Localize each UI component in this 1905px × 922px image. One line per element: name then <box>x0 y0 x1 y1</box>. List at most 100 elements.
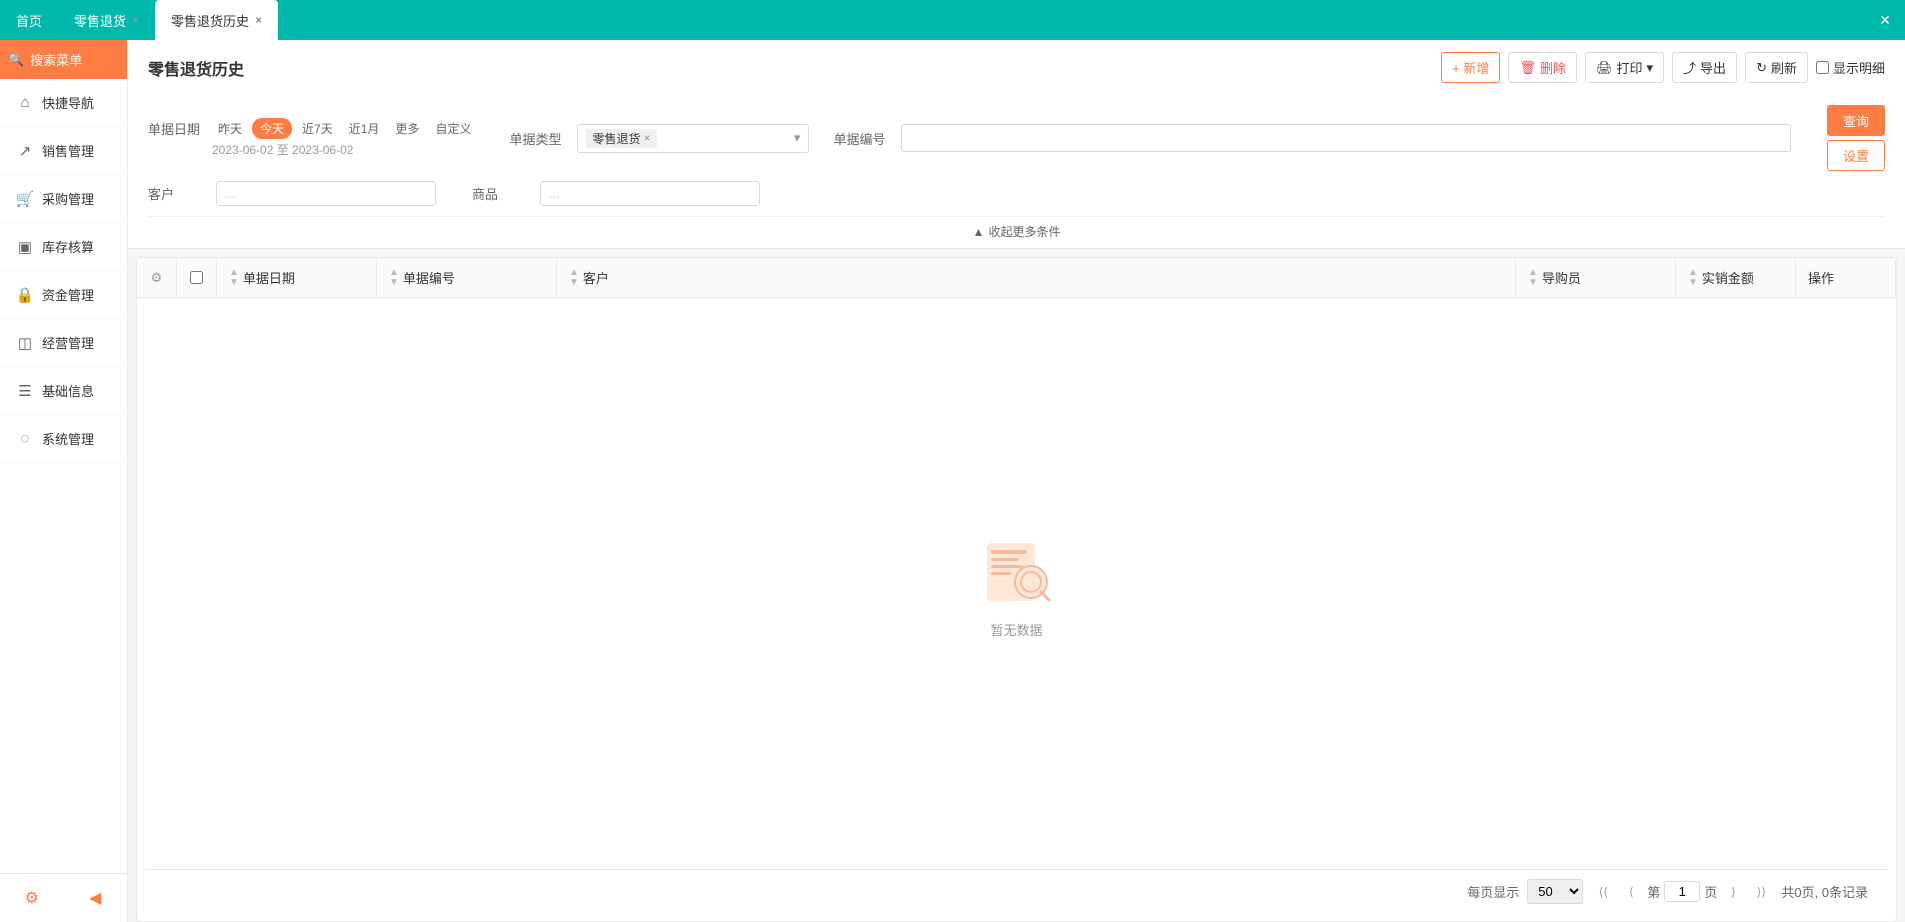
date-opt-today[interactable]: 今天 <box>252 118 292 139</box>
number-input[interactable] <box>901 124 1791 152</box>
col-action: 操作 <box>1796 258 1896 297</box>
sidebar-item-sales-label: 销售管理 <box>42 141 94 160</box>
goods-filter-block: 商品 ... <box>472 181 772 206</box>
date-opt-1month[interactable]: 近1月 <box>343 118 386 139</box>
date-opt-7days[interactable]: 近7天 <box>296 118 339 139</box>
table-select-all[interactable] <box>177 258 217 297</box>
per-page-label: 每页显示 <box>1467 882 1519 901</box>
export-button[interactable]: ⤴ 导出 <box>1672 52 1737 83</box>
pagination: 每页显示 50 10 20 100 ⟨⟨ ⟨ 第 页 ⟩ ⟩⟩ 共0页, 0条记… <box>145 869 1888 913</box>
sidebar-item-inventory[interactable]: ▣ 库存核算 <box>0 223 127 271</box>
sidebar-item-basic-info[interactable]: ☰ 基础信息 <box>0 367 127 415</box>
print-button[interactable]: 🖨 打印 ▾ <box>1585 52 1664 83</box>
show-detail-checkbox[interactable] <box>1816 61 1829 74</box>
sidebar-collapse-button[interactable]: ◀ <box>79 882 111 914</box>
export-icon: ⤴ <box>1683 58 1696 77</box>
page-title-row: 零售退货历史 + 新增 🗑 删除 🖨 打印 ▾ ⤴ 导出 <box>148 52 1885 83</box>
tab-retail-return-history-label: 零售退货历史 <box>171 11 249 30</box>
query-button[interactable]: 查询 <box>1827 105 1885 136</box>
sidebar-item-inventory-label: 库存核算 <box>42 237 94 256</box>
ops-icon: ◫ <box>16 334 34 352</box>
sort-guide-icon: ▲▼ <box>1528 268 1538 288</box>
collapse-icon: ▲ <box>973 225 985 239</box>
home-icon: ⌂ <box>16 94 34 112</box>
sidebar-item-ops-mgmt[interactable]: ◫ 经营管理 <box>0 319 127 367</box>
sidebar-item-finance-label: 资金管理 <box>42 285 94 304</box>
page-first-button[interactable]: ⟨⟨ <box>1591 880 1615 904</box>
col-date[interactable]: ▲▼ 单据日期 <box>217 258 377 297</box>
print-dropdown-icon: ▾ <box>1647 60 1654 76</box>
sidebar-item-basic-label: 基础信息 <box>42 381 94 400</box>
finance-icon: 🔒 <box>16 286 34 304</box>
tab-retail-return-close[interactable]: × <box>132 13 139 27</box>
page-prev-button[interactable]: ⟨ <box>1619 880 1643 904</box>
purchase-icon: 🛒 <box>16 190 34 208</box>
date-opt-custom[interactable]: 自定义 <box>429 118 477 139</box>
customer-filter-label: 客户 <box>148 184 208 203</box>
basic-info-icon: ☰ <box>16 382 34 400</box>
tab-retail-return[interactable]: 零售退货 × <box>58 0 155 40</box>
sidebar-item-purchase-mgmt[interactable]: 🛒 采购管理 <box>0 175 127 223</box>
date-options: 昨天 今天 近7天 近1月 更多 自定义 <box>212 118 477 139</box>
window-close-button[interactable]: × <box>1865 10 1905 31</box>
total-label: 共0页, 0条记录 <box>1781 882 1868 901</box>
date-opt-yesterday[interactable]: 昨天 <box>212 118 248 139</box>
sidebar-item-ops-label: 经营管理 <box>42 333 94 352</box>
tab-retail-return-history-close[interactable]: × <box>255 13 262 27</box>
empty-text: 暂无数据 <box>990 620 1042 639</box>
filter-area: 单据日期 昨天 今天 近7天 近1月 更多 自定义 2023-06-02 至 2… <box>148 95 1885 248</box>
tab-home[interactable]: 首页 <box>0 0 58 40</box>
goods-filter-label: 商品 <box>472 184 532 203</box>
page-unit-label: 页 <box>1704 882 1717 901</box>
goods-input[interactable]: ... <box>540 181 760 206</box>
sidebar-item-quick-nav[interactable]: ⌂ 快捷导航 <box>0 79 127 127</box>
sidebar-bottom: ⚙ ◀ <box>0 873 127 922</box>
print-icon: 🖨 <box>1596 60 1613 76</box>
delete-button[interactable]: 🗑 删除 <box>1508 52 1577 83</box>
sidebar-item-sys-mgmt[interactable]: ◌ 系统管理 <box>0 415 127 463</box>
type-tag-remove[interactable]: × <box>643 131 650 145</box>
tab-home-label: 首页 <box>16 11 42 30</box>
type-dropdown-icon: ▾ <box>794 130 801 146</box>
sidebar-item-sales-mgmt[interactable]: ↗ 销售管理 <box>0 127 127 175</box>
date-opt-more[interactable]: 更多 <box>389 118 425 139</box>
number-filter-label: 单据编号 <box>833 129 893 148</box>
page-label: 第 <box>1647 882 1660 901</box>
type-select[interactable]: 零售退货 × ▾ <box>577 124 809 153</box>
page-number-input[interactable] <box>1664 881 1700 902</box>
sidebar-search[interactable]: 🔍 搜索菜单 <box>0 40 127 79</box>
new-button[interactable]: + 新增 <box>1441 52 1500 83</box>
collapse-bar[interactable]: ▲ 收起更多条件 <box>148 216 1885 248</box>
pagination-nav: ⟨⟨ ⟨ 第 页 ⟩ ⟩⟩ <box>1591 880 1773 904</box>
customer-input[interactable]: ... <box>216 181 436 206</box>
table-body: 暂无数据 <box>137 298 1896 869</box>
refresh-button[interactable]: ↻ 刷新 <box>1745 52 1808 83</box>
customer-filter-block: 客户 ... <box>148 181 448 206</box>
tab-list: 首页 零售退货 × 零售退货历史 × <box>0 0 1865 40</box>
col-number[interactable]: ▲▼ 单据编号 <box>377 258 557 297</box>
col-amount[interactable]: ▲▼ 实销金额 <box>1676 258 1796 297</box>
main-layout: 🔍 搜索菜单 ⌂ 快捷导航 ↗ 销售管理 🛒 采购管理 ▣ 库存核算 🔒 资 <box>0 40 1905 922</box>
page-last-button[interactable]: ⟩⟩ <box>1749 880 1773 904</box>
col-customer[interactable]: ▲▼ 客户 <box>557 258 1516 297</box>
per-page-select[interactable]: 50 10 20 100 <box>1527 879 1583 904</box>
top-bar: 首页 零售退货 × 零售退货历史 × × <box>0 0 1905 40</box>
page-title: 零售退货历史 <box>148 56 244 80</box>
empty-illustration <box>977 528 1057 608</box>
tab-retail-return-history[interactable]: 零售退货历史 × <box>155 0 278 40</box>
sidebar-item-finance[interactable]: 🔒 资金管理 <box>0 271 127 319</box>
type-filter-label: 单据类型 <box>509 129 569 148</box>
tab-retail-return-label: 零售退货 <box>74 11 126 30</box>
sort-customer-icon: ▲▼ <box>569 268 579 288</box>
sidebar-search-label: 搜索菜单 <box>30 50 82 69</box>
col-guide[interactable]: ▲▼ 导购员 <box>1516 258 1676 297</box>
table-settings-icon[interactable]: ⚙ <box>137 258 177 297</box>
sort-number-icon: ▲▼ <box>389 268 399 288</box>
set-button[interactable]: 设置 <box>1827 140 1885 171</box>
table-header: ⚙ ▲▼ 单据日期 ▲▼ 单据编号 ▲▼ 客户 ▲▼ 导 <box>137 258 1896 298</box>
page-header: 零售退货历史 + 新增 🗑 删除 🖨 打印 ▾ ⤴ 导出 <box>128 40 1905 249</box>
sidebar-settings-button[interactable]: ⚙ <box>16 882 48 914</box>
page-next-button[interactable]: ⟩ <box>1721 880 1745 904</box>
table-area: ⚙ ▲▼ 单据日期 ▲▼ 单据编号 ▲▼ 客户 ▲▼ 导 <box>136 257 1897 922</box>
select-all-checkbox[interactable] <box>190 271 203 284</box>
